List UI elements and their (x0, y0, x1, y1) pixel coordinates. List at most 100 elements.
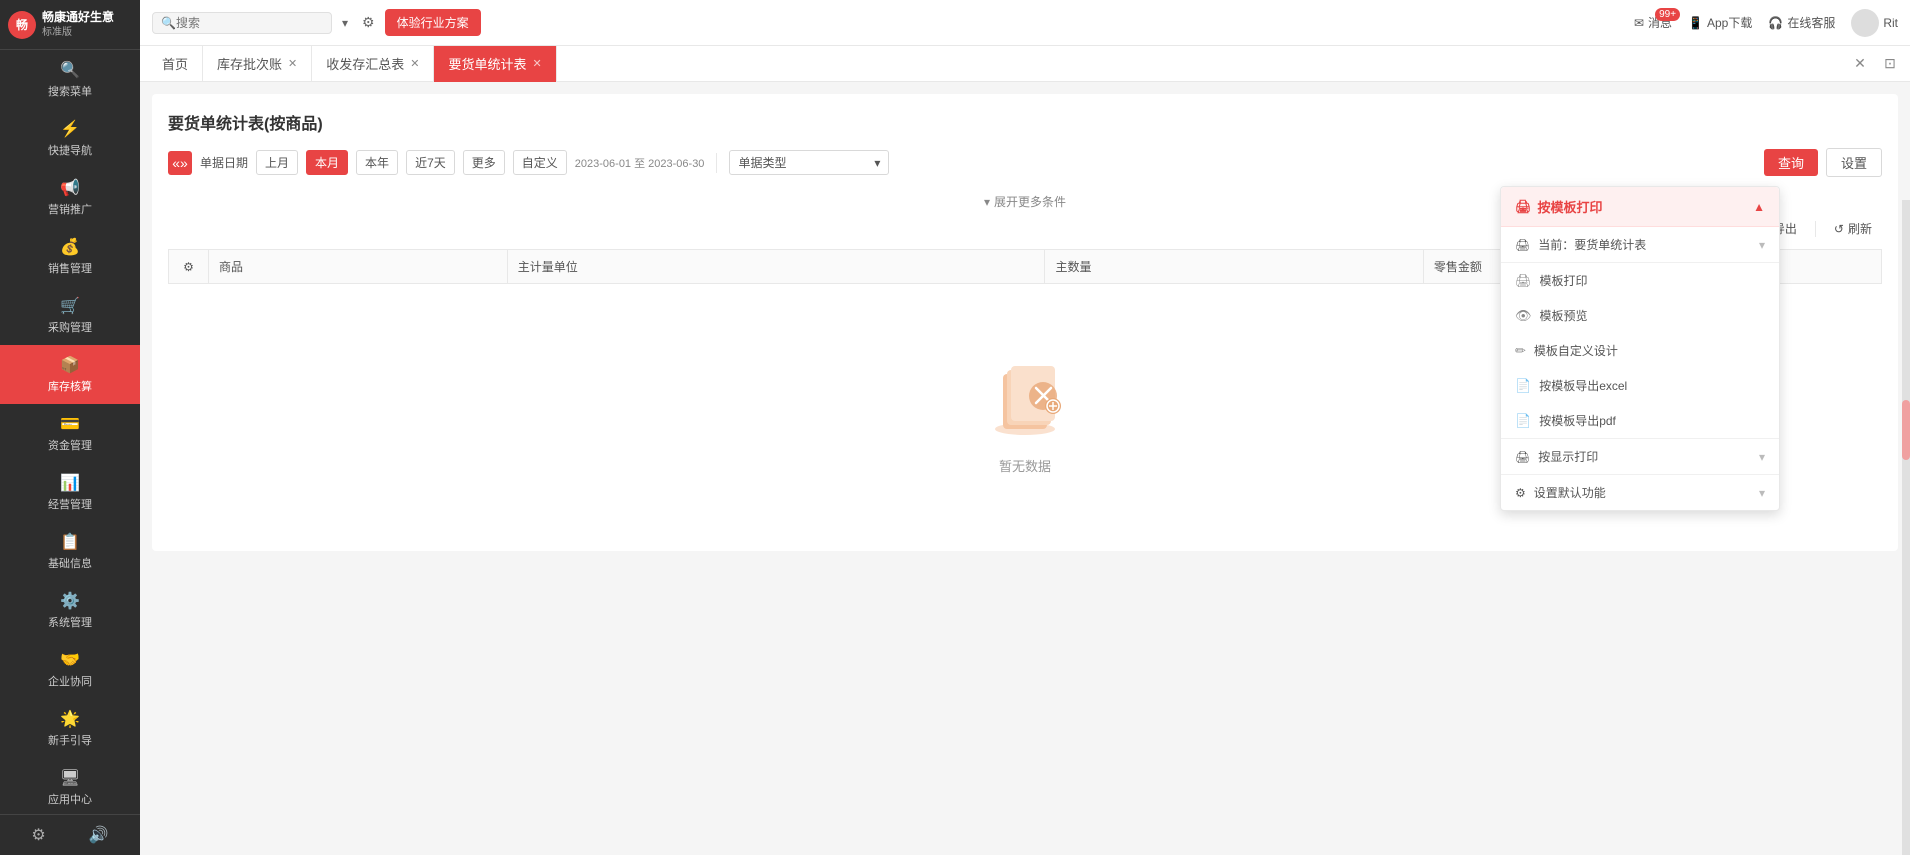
newbie-icon: 🌟 (60, 709, 80, 729)
dropdown-current-item[interactable]: 🖨 当前：要货单统计表 ▾ (1501, 227, 1779, 262)
sidebar-item-marketing[interactable]: 📢 营销推广 (0, 168, 140, 227)
sidebar-item-sales[interactable]: 💰 销售管理 (0, 227, 140, 286)
sidebar-item-appstore[interactable]: 🖥 应用中心 (0, 758, 140, 814)
filter-type-label: 单据类型 (738, 154, 786, 171)
topbar-user[interactable]: Rit (1851, 9, 1898, 37)
sidebar-item-operation[interactable]: 📊 经营管理 (0, 463, 140, 522)
current-item-icon: 🖨 (1515, 238, 1530, 252)
col-settings[interactable]: ⚙ (169, 250, 209, 284)
tab-order-stats-close[interactable]: ✕ (533, 57, 542, 70)
filter-expand-btn[interactable]: «» (168, 151, 192, 175)
template-design-icon: ✏ (1515, 343, 1526, 359)
dropdown-header: 🖨 按模板打印 ▲ (1501, 187, 1779, 227)
scrollbar-thumb[interactable] (1902, 400, 1910, 460)
filter-type-select[interactable]: 单据类型 ▾ (729, 150, 889, 175)
col-quantity: 主数量 (1045, 250, 1423, 284)
logo-main-text: 畅康通好生意 (42, 10, 114, 26)
topbar-app-download[interactable]: 📱 App下载 (1688, 14, 1752, 31)
tab-inventory-batch-label: 库存批次账 (217, 54, 282, 73)
logo-sub-text: 标准版 (42, 26, 114, 39)
sidebar-label-basic: 基础信息 (48, 555, 92, 571)
tab-home[interactable]: 首页 (148, 46, 203, 82)
set-default-icon: ⚙ (1515, 486, 1526, 500)
date-last-month-btn[interactable]: 上月 (256, 150, 298, 175)
sidebar-label-newbie: 新手引导 (48, 732, 92, 748)
sidebar-item-search[interactable]: 🔍 搜索菜单 (0, 50, 140, 109)
message-badge: 99+ (1655, 8, 1680, 21)
filter-bar: «» 单据日期 上月 本月 本年 近7天 更多 自定义 2023-06-01 至… (168, 148, 1882, 177)
page-title: 要货单统计表(按商品) (168, 110, 1882, 134)
template-excel-label: 按模板导出excel (1539, 377, 1627, 394)
template-preview-icon: 👁 (1515, 308, 1532, 324)
tab-receivable-summary-close[interactable]: ✕ (410, 57, 419, 70)
sidebar-item-finance[interactable]: 💳 资金管理 (0, 404, 140, 463)
dropdown-template-design[interactable]: ✏ 模板自定义设计 (1501, 333, 1779, 368)
sidebar-settings-icon[interactable]: ⚙ (31, 825, 45, 845)
main-content: 🔍 ▾ ⚙ 体验行业方案 ✉ 消息 99+ 📱 App下载 🎧 在线客服 Rit (140, 0, 1910, 855)
sidebar-label-sales: 销售管理 (48, 260, 92, 276)
expand-conditions-label: 展开更多条件 (994, 193, 1066, 210)
dropdown-template-preview[interactable]: 👁 模板预览 (1501, 298, 1779, 333)
date-last7-btn[interactable]: 近7天 (406, 150, 455, 175)
filter-type-chevron: ▾ (874, 156, 880, 170)
refresh-btn[interactable]: ↺ 刷新 (1824, 216, 1882, 241)
window-expand-btn[interactable]: ⊡ (1878, 52, 1902, 76)
user-name: Rit (1883, 16, 1898, 30)
dropdown-title: 按模板打印 (1538, 197, 1603, 216)
sidebar-item-newbie[interactable]: 🌟 新手引导 (0, 699, 140, 758)
tab-inventory-batch[interactable]: 库存批次账 ✕ (203, 46, 312, 82)
trial-btn[interactable]: 体验行业方案 (385, 9, 481, 36)
sidebar-item-enterprise[interactable]: 🤝 企业协同 (0, 640, 140, 699)
date-this-month-btn[interactable]: 本月 (306, 150, 348, 175)
sidebar-item-inventory[interactable]: 📦 库存核算 (0, 345, 140, 404)
right-scrollbar[interactable] (1902, 200, 1910, 855)
template-pdf-icon: 📄 (1515, 413, 1531, 429)
search-input[interactable] (176, 16, 316, 30)
tab-order-stats[interactable]: 要货单统计表 ✕ (434, 46, 556, 82)
topbar-message[interactable]: ✉ 消息 99+ (1634, 14, 1672, 31)
sidebar: 畅 畅康通好生意 标准版 🔍 搜索菜单 ⚡ 快捷导航 📢 营销推广 💰 销售管理… (0, 0, 140, 855)
dropdown-template-excel[interactable]: 📄 按模板导出excel (1501, 368, 1779, 403)
dropdown-template-print[interactable]: 🖨 模板打印 (1501, 263, 1779, 298)
set-default-label: 设置默认功能 (1534, 484, 1606, 501)
settings-btn[interactable]: 设置 (1826, 148, 1882, 177)
dropdown-default-section: ⚙ 设置默认功能 ▾ (1501, 475, 1779, 510)
sidebar-item-system[interactable]: ⚙️ 系统管理 (0, 581, 140, 640)
sidebar-speaker-icon[interactable]: 🔊 (89, 825, 109, 845)
tab-receivable-summary[interactable]: 收发存汇总表 ✕ (312, 46, 434, 82)
date-custom-btn[interactable]: 自定义 (513, 150, 567, 175)
date-this-year-btn[interactable]: 本年 (356, 150, 398, 175)
dropdown-menu: 🖨 按模板打印 ▲ 🖨 当前：要货单统计表 ▾ 🖨 (1500, 186, 1780, 511)
dropdown-template-pdf[interactable]: 📄 按模板导出pdf (1501, 403, 1779, 438)
topbar-settings-icon[interactable]: ⚙ (362, 14, 375, 31)
topbar-search-box[interactable]: 🔍 (152, 12, 332, 34)
topbar-online-service[interactable]: 🎧 在线客服 (1768, 14, 1835, 31)
date-more-btn[interactable]: 更多 (463, 150, 505, 175)
sidebar-item-purchase[interactable]: 🛒 采购管理 (0, 286, 140, 345)
display-print-icon: 🖨 (1515, 450, 1530, 464)
sidebar-label-system: 系统管理 (48, 614, 92, 630)
dropdown-set-default[interactable]: ⚙ 设置默认功能 ▾ (1501, 475, 1779, 510)
avatar (1851, 9, 1879, 37)
sidebar-item-basic[interactable]: 📋 基础信息 (0, 522, 140, 581)
sidebar-bottom: ⚙ 🔊 (0, 814, 140, 855)
dropdown-display-print[interactable]: 🖨 按显示打印 ▾ (1501, 439, 1779, 474)
message-icon: ✉ (1634, 16, 1644, 30)
tabs-bar: 首页 库存批次账 ✕ 收发存汇总表 ✕ 要货单统计表 ✕ ✕ ⊡ (140, 46, 1910, 82)
sidebar-logo: 畅 畅康通好生意 标准版 (0, 0, 140, 50)
app-download-label: App下载 (1707, 14, 1752, 31)
sidebar-item-quick-nav[interactable]: ⚡ 快捷导航 (0, 109, 140, 168)
page-content: 要货单统计表(按商品) «» 单据日期 上月 本月 本年 近7天 更多 自定义 … (140, 82, 1910, 855)
topbar-dropdown-icon[interactable]: ▾ (342, 16, 348, 30)
window-close-btn[interactable]: ✕ (1848, 52, 1872, 76)
sales-icon: 💰 (60, 237, 80, 257)
template-excel-icon: 📄 (1515, 378, 1531, 394)
appstore-icon: 🖥 (60, 768, 80, 788)
query-btn[interactable]: 查询 (1764, 149, 1818, 176)
refresh-icon: ↺ (1834, 222, 1844, 236)
dropdown-collapse-btn[interactable]: ▲ (1753, 200, 1765, 214)
logo-icon: 畅 (8, 11, 36, 39)
toolbar-sep-2 (1815, 221, 1816, 237)
dropdown-items-section: 🖨 模板打印 👁 模板预览 ✏ 模板自定义设计 📄 按模板导出excel 📄 (1501, 263, 1779, 439)
tab-inventory-batch-close[interactable]: ✕ (288, 57, 297, 70)
